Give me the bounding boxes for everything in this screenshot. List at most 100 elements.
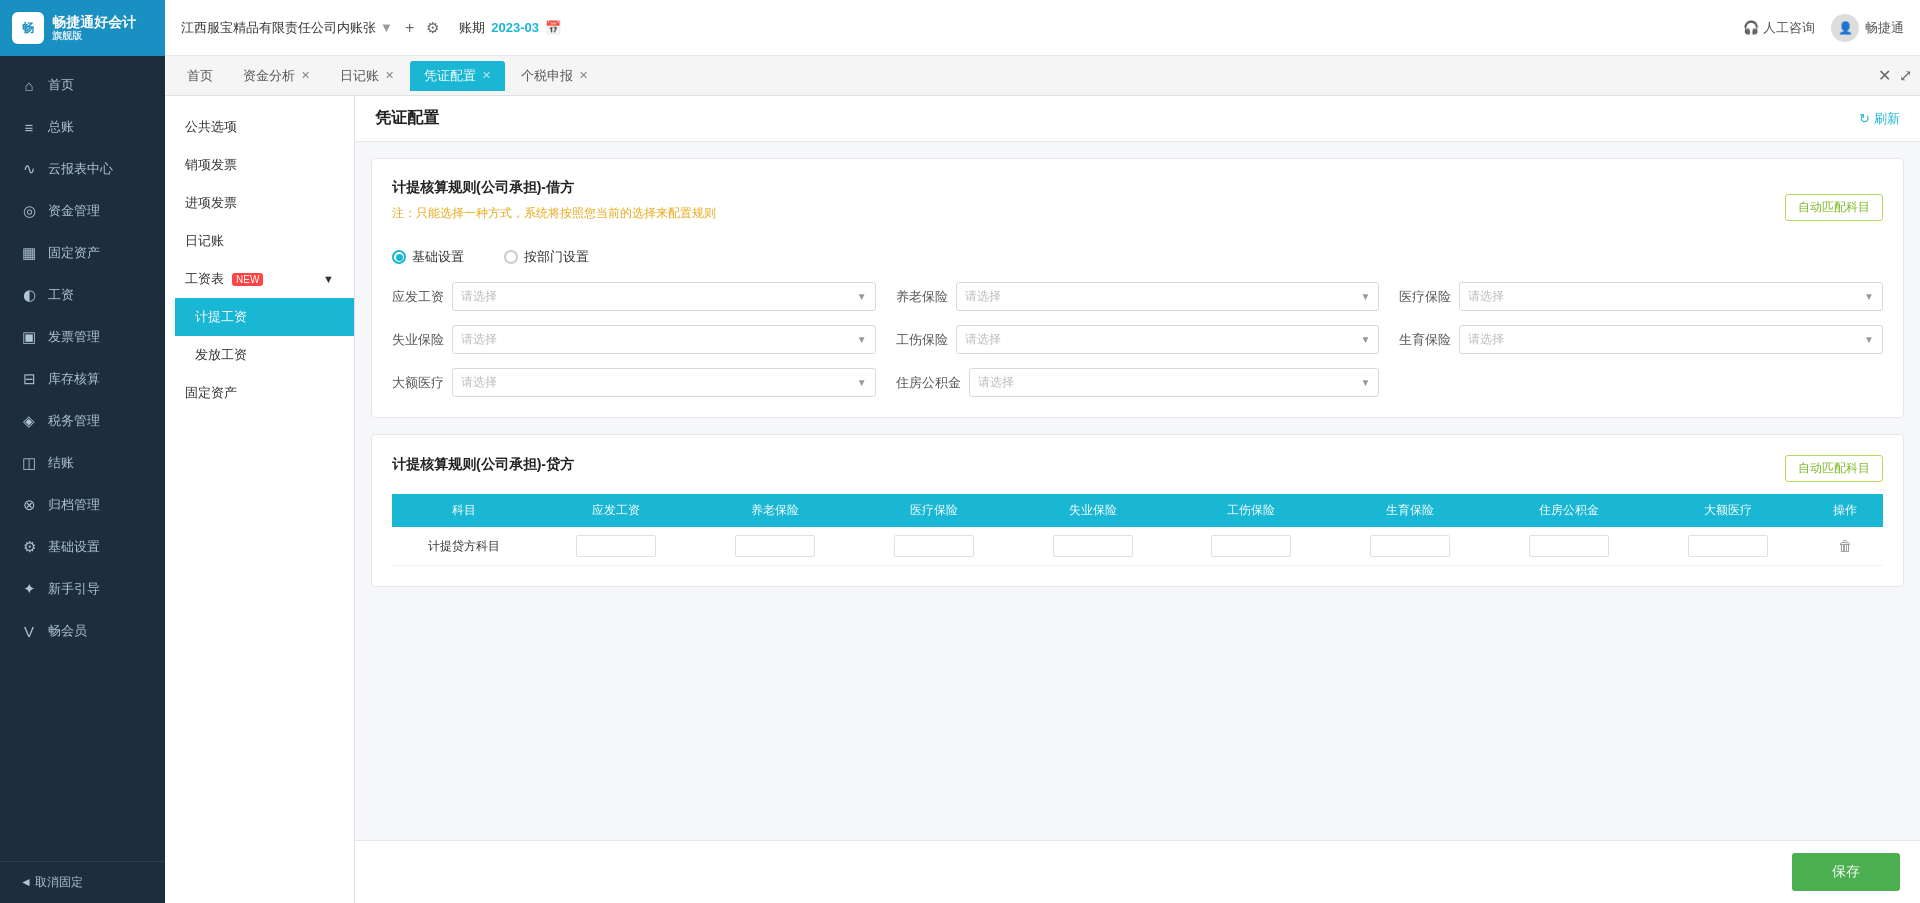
left-menu-purchase-invoice[interactable]: 进项发票: [165, 184, 354, 222]
topbar: 江西服宝精品有限责任公司内账张 ▼ + ⚙ 账期 2023-03 📅 🎧 人工咨…: [165, 0, 1920, 56]
right-content: 凭证配置 ↻ 刷新 计提核算规则(公司承担)-借方 注：只能选择一种方式，系统将…: [355, 96, 1920, 903]
left-menu-pay-salary[interactable]: 发放工资: [175, 336, 354, 374]
sidebar-item-home[interactable]: ⌂ 首页: [0, 64, 165, 106]
settings-icon: ⚙: [20, 538, 38, 556]
sidebar-item-invoice-management[interactable]: ▣ 发票管理: [0, 316, 165, 358]
cell-subject-label: 计提贷方科目: [392, 527, 537, 566]
refresh-button[interactable]: ↻ 刷新: [1859, 110, 1900, 128]
field-work-injury: 工伤保险 请选择 ▼: [896, 325, 1380, 354]
page-title: 凭证配置: [375, 108, 439, 129]
sidebar-cancel-pin[interactable]: ◄ 取消固定: [0, 861, 165, 903]
tab-journal[interactable]: 日记账 ✕: [326, 61, 408, 91]
save-button[interactable]: 保存: [1792, 853, 1900, 891]
select-work-injury[interactable]: 请选择 ▼: [956, 325, 1380, 354]
tab-close-journal[interactable]: ✕: [385, 69, 394, 82]
select-unemployment[interactable]: 请选择 ▼: [452, 325, 876, 354]
sidebar-item-fixed-assets[interactable]: ▦ 固定资产: [0, 232, 165, 274]
input-pension[interactable]: [735, 535, 815, 557]
tab-close-fund-analysis[interactable]: ✕: [301, 69, 310, 82]
tab-voucher-config[interactable]: 凭证配置 ✕: [410, 61, 505, 91]
select-arrow-icon: ▼: [1360, 291, 1370, 302]
select-medical[interactable]: 请选择 ▼: [1459, 282, 1883, 311]
company-selector[interactable]: 江西服宝精品有限责任公司内账张 ▼: [181, 19, 393, 37]
tab-fund-analysis[interactable]: 资金分析 ✕: [229, 61, 324, 91]
select-major-medical[interactable]: 请选择 ▼: [452, 368, 876, 397]
cell-medical-val: [854, 527, 1013, 566]
expand-icon: ▼: [323, 273, 334, 285]
left-menu-sales-invoice[interactable]: 销项发票: [165, 146, 354, 184]
sidebar-item-report-center[interactable]: ∿ 云报表中心: [0, 148, 165, 190]
guide-icon: ✦: [20, 580, 38, 598]
tab-expand-icon[interactable]: ⤢: [1899, 66, 1912, 85]
sidebar: 畅 畅捷通好会计 旗舰版 ⌂ 首页 ≡ 总账 ∿ 云报表中心 ◎ 资金管理 ▦ …: [0, 0, 165, 903]
user-menu[interactable]: 👤 畅捷通: [1831, 14, 1904, 42]
new-badge: NEW: [232, 273, 263, 286]
sidebar-item-fund-management[interactable]: ◎ 资金管理: [0, 190, 165, 232]
input-housing[interactable]: [1529, 535, 1609, 557]
field-medical: 医疗保险 请选择 ▼: [1399, 282, 1883, 311]
sidebar-item-membership[interactable]: V 畅会员: [0, 610, 165, 652]
left-menu-journal[interactable]: 日记账: [165, 222, 354, 260]
select-arrow-icon: ▼: [857, 334, 867, 345]
tab-tax-filing[interactable]: 个税申报 ✕: [507, 61, 602, 91]
select-arrow-icon: ▼: [857, 291, 867, 302]
refresh-icon: ↻: [1859, 111, 1870, 126]
add-tab-button[interactable]: +: [405, 19, 414, 37]
input-salary[interactable]: [576, 535, 656, 557]
input-medical[interactable]: [894, 535, 974, 557]
cell-pension-val: [696, 527, 855, 566]
sidebar-item-tax-management[interactable]: ◈ 税务管理: [0, 400, 165, 442]
sidebar-item-checkout[interactable]: ◫ 结账: [0, 442, 165, 484]
col-salary: 应发工资: [537, 494, 696, 527]
left-menu-public-options[interactable]: 公共选项: [165, 108, 354, 146]
select-arrow-icon: ▼: [857, 377, 867, 388]
report-icon: ∿: [20, 160, 38, 178]
delete-row-icon[interactable]: 🗑: [1838, 538, 1852, 554]
left-menu-salary-table[interactable]: 工资表 NEW ▼: [165, 260, 354, 298]
left-menu-fixed-assets[interactable]: 固定资产: [165, 374, 354, 412]
credit-table-wrapper: 科目 应发工资 养老保险 医疗保险 失业保险 工伤保险 生育保险 住房公积金 大…: [392, 494, 1883, 566]
service-button[interactable]: 🎧 人工咨询: [1743, 19, 1815, 37]
sidebar-item-archive[interactable]: ⊗ 归档管理: [0, 484, 165, 526]
left-menu-calc-salary[interactable]: 计提工资: [175, 298, 354, 336]
ledger-icon: ≡: [20, 119, 38, 136]
select-salary-payable[interactable]: 请选择 ▼: [452, 282, 876, 311]
tax-icon: ◈: [20, 412, 38, 430]
select-pension[interactable]: 请选择 ▼: [956, 282, 1380, 311]
sidebar-item-basic-settings[interactable]: ⚙ 基础设置: [0, 526, 165, 568]
left-menu-sub: 计提工资 发放工资: [165, 298, 354, 374]
topbar-settings-icon[interactable]: ⚙: [426, 19, 439, 37]
sidebar-item-general-ledger[interactable]: ≡ 总账: [0, 106, 165, 148]
col-action: 操作: [1807, 494, 1883, 527]
select-housing-fund[interactable]: 请选择 ▼: [969, 368, 1380, 397]
bottom-spacer: [371, 603, 1904, 663]
tab-close-voucher-config[interactable]: ✕: [482, 69, 491, 82]
radio-dept-setup-circle: [504, 250, 518, 264]
section-debit-header: 计提核算规则(公司承担)-借方 注：只能选择一种方式，系统将按照您当前的选择来配…: [392, 179, 1883, 236]
inventory-icon: ⊟: [20, 370, 38, 388]
table-header-row: 科目 应发工资 养老保险 医疗保险 失业保险 工伤保险 生育保险 住房公积金 大…: [392, 494, 1883, 527]
radio-basic-setup[interactable]: 基础设置: [392, 248, 464, 266]
select-birth[interactable]: 请选择 ▼: [1459, 325, 1883, 354]
logo-text: 畅捷通好会计 旗舰版: [52, 14, 136, 43]
radio-dept-setup[interactable]: 按部门设置: [504, 248, 589, 266]
main-scroll[interactable]: 计提核算规则(公司承担)-借方 注：只能选择一种方式，系统将按照您当前的选择来配…: [355, 142, 1920, 840]
select-arrow-icon: ▼: [1360, 334, 1370, 345]
tab-close-tax-filing[interactable]: ✕: [579, 69, 588, 82]
input-birth[interactable]: [1370, 535, 1450, 557]
cell-work-injury-val: [1172, 527, 1331, 566]
sidebar-item-newbie-guide[interactable]: ✦ 新手引导: [0, 568, 165, 610]
tab-home[interactable]: 首页: [173, 61, 227, 91]
sidebar-item-salary[interactable]: ◐ 工资: [0, 274, 165, 316]
sidebar-item-inventory[interactable]: ⊟ 库存核算: [0, 358, 165, 400]
left-panel: 公共选项 销项发票 进项发票 日记账 工资表 NEW ▼ 计提工资: [165, 96, 355, 903]
input-unemployment[interactable]: [1053, 535, 1133, 557]
cell-unemployment-val: [1013, 527, 1172, 566]
input-work-injury[interactable]: [1211, 535, 1291, 557]
period-selector[interactable]: 账期 2023-03 📅: [459, 19, 561, 37]
auto-match-credit-button[interactable]: 自动匹配科目: [1785, 455, 1883, 482]
auto-match-debit-button[interactable]: 自动匹配科目: [1785, 194, 1883, 221]
tab-close-all-icon[interactable]: ✕: [1878, 66, 1891, 85]
tabs-controls: ✕ ⤢: [1878, 66, 1912, 85]
input-major-medical[interactable]: [1688, 535, 1768, 557]
